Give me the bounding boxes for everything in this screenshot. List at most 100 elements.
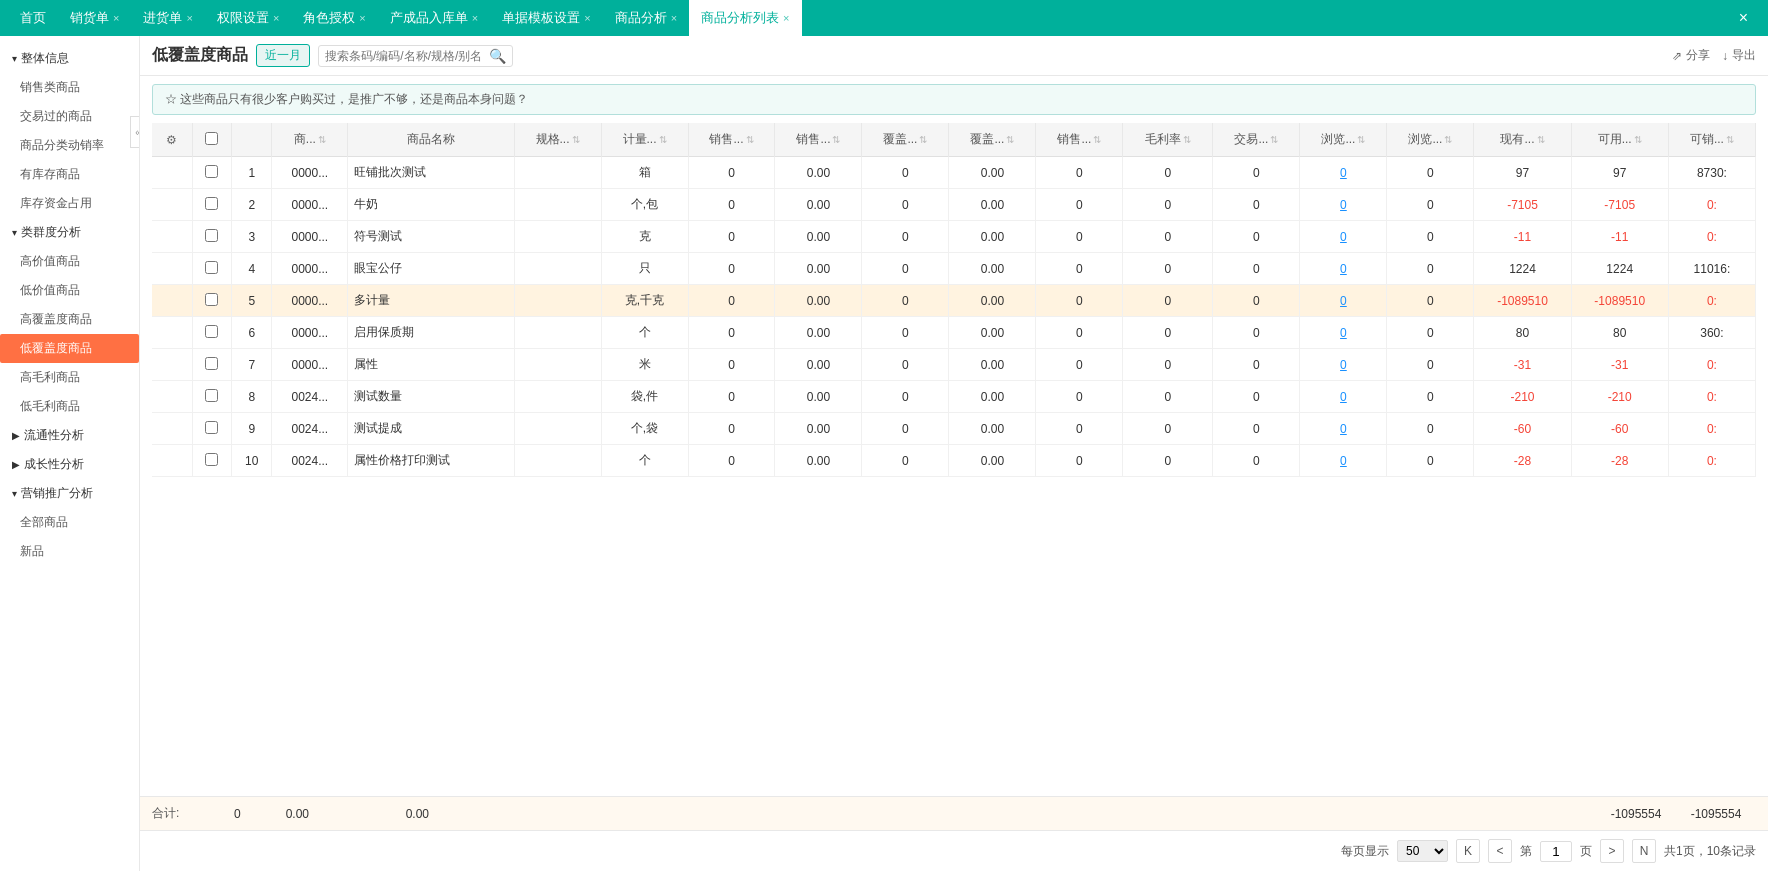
table-cell[interactable]: [192, 157, 232, 189]
gear-icon[interactable]: ⚙: [166, 133, 177, 147]
sidebar-section-cluster[interactable]: ▾ 类群度分析: [0, 218, 139, 247]
sidebar-item-high-coverage[interactable]: 高覆盖度商品: [0, 305, 139, 334]
table-cell[interactable]: [192, 221, 232, 253]
nav-tab-template[interactable]: 单据模板设置 ×: [490, 0, 602, 36]
close-icon[interactable]: ×: [783, 12, 789, 24]
sidebar-section-marketing[interactable]: ▾ 营销推广分析: [0, 479, 139, 508]
sales-c-column-header[interactable]: 销售... ⇅: [1036, 123, 1123, 157]
table-cell[interactable]: 0: [1300, 253, 1387, 285]
close-icon[interactable]: ×: [359, 12, 365, 24]
table-cell[interactable]: [192, 445, 232, 477]
table-cell: 测试数量: [348, 381, 514, 413]
table-cell[interactable]: [192, 189, 232, 221]
table-cell[interactable]: [192, 317, 232, 349]
sellable-column-header[interactable]: 可销... ⇅: [1668, 123, 1755, 157]
window-close-button[interactable]: ×: [1727, 9, 1760, 27]
nav-tab-analysis[interactable]: 商品分析 ×: [603, 0, 689, 36]
page-number-input[interactable]: [1540, 841, 1572, 862]
table-cell: 0: [1387, 317, 1474, 349]
sidebar-item-all-goods[interactable]: 全部商品: [0, 508, 139, 537]
table-cell[interactable]: 0: [1300, 157, 1387, 189]
select-all-checkbox[interactable]: [205, 132, 218, 145]
sidebar-item-category-turnover[interactable]: 商品分类动销率: [0, 131, 139, 160]
table-cell[interactable]: [192, 349, 232, 381]
nav-tab-purchase[interactable]: 进货单 ×: [131, 0, 204, 36]
period-button[interactable]: 近一月: [256, 44, 310, 67]
sidebar-item-high-margin[interactable]: 高毛利商品: [0, 363, 139, 392]
sort-icon: ⇅: [1357, 134, 1365, 145]
checkbox-column-header[interactable]: [192, 123, 232, 157]
trade-column-header[interactable]: 交易... ⇅: [1213, 123, 1300, 157]
settings-column-header[interactable]: ⚙: [152, 123, 192, 157]
table-cell[interactable]: 0: [1300, 381, 1387, 413]
sales-amt-column-header[interactable]: 销售... ⇅: [775, 123, 862, 157]
export-button[interactable]: ↓ 导出: [1722, 47, 1756, 64]
table-cell: 0: [1036, 349, 1123, 381]
nav-tab-warehouse[interactable]: 产成品入库单 ×: [378, 0, 490, 36]
table-cell[interactable]: 0: [1300, 349, 1387, 381]
code-column-header[interactable]: 商... ⇅: [272, 123, 348, 157]
table-cell: [514, 381, 601, 413]
sidebar-collapse-button[interactable]: «: [130, 116, 140, 148]
table-cell[interactable]: 0: [1300, 445, 1387, 477]
search-input[interactable]: [325, 49, 485, 63]
nav-tab-analysis-list[interactable]: 商品分析列表 ×: [689, 0, 801, 36]
close-icon[interactable]: ×: [671, 12, 677, 24]
table-cell: 0: [1036, 413, 1123, 445]
table-cell: -11: [1571, 221, 1668, 253]
available-column-header[interactable]: 可用... ⇅: [1571, 123, 1668, 157]
table-cell[interactable]: [192, 253, 232, 285]
table-cell: 0.00: [949, 381, 1036, 413]
sidebar-item-traded-goods[interactable]: 交易过的商品: [0, 102, 139, 131]
close-icon[interactable]: ×: [113, 12, 119, 24]
sidebar-item-in-stock[interactable]: 有库存商品: [0, 160, 139, 189]
browse-a-column-header[interactable]: 浏览... ⇅: [1300, 123, 1387, 157]
nav-tab-sales[interactable]: 销货单 ×: [58, 0, 131, 36]
table-cell: 0:: [1668, 381, 1755, 413]
unit-column-header[interactable]: 计量... ⇅: [601, 123, 688, 157]
close-icon[interactable]: ×: [273, 12, 279, 24]
prev-page-button[interactable]: <: [1488, 839, 1512, 863]
sidebar-section-circulation[interactable]: ▶ 流通性分析: [0, 421, 139, 450]
current-column-header[interactable]: 现有... ⇅: [1474, 123, 1571, 157]
next-page-button[interactable]: >: [1600, 839, 1624, 863]
table-cell[interactable]: 0: [1300, 317, 1387, 349]
cover-a-column-header[interactable]: 覆盖... ⇅: [862, 123, 949, 157]
share-button[interactable]: ⇗ 分享: [1672, 47, 1710, 64]
sidebar-item-sales-goods[interactable]: 销售类商品: [0, 73, 139, 102]
nav-tab-home[interactable]: 首页: [8, 0, 58, 36]
close-icon[interactable]: ×: [584, 12, 590, 24]
table-cell[interactable]: 0: [1300, 413, 1387, 445]
per-page-select[interactable]: 50 20 100: [1397, 840, 1448, 862]
gross-column-header[interactable]: 毛利率 ⇅: [1123, 123, 1213, 157]
sidebar-item-high-value[interactable]: 高价值商品: [0, 247, 139, 276]
sales-qty-column-header[interactable]: 销售... ⇅: [688, 123, 775, 157]
browse-b-column-header[interactable]: 浏览... ⇅: [1387, 123, 1474, 157]
table-cell: -28: [1474, 445, 1571, 477]
nav-tab-permissions[interactable]: 权限设置 ×: [205, 0, 291, 36]
search-icon[interactable]: 🔍: [489, 48, 506, 64]
table-cell[interactable]: 0: [1300, 189, 1387, 221]
last-page-button[interactable]: N: [1632, 839, 1656, 863]
sidebar-item-low-margin[interactable]: 低毛利商品: [0, 392, 139, 421]
table-cell[interactable]: 0: [1300, 285, 1387, 317]
close-icon[interactable]: ×: [186, 12, 192, 24]
sidebar-item-low-value[interactable]: 低价值商品: [0, 276, 139, 305]
table-cell[interactable]: [192, 413, 232, 445]
sidebar-section-growth[interactable]: ▶ 成长性分析: [0, 450, 139, 479]
sidebar-section-overall[interactable]: ▾ 整体信息: [0, 44, 139, 73]
table-cell: 0: [1123, 285, 1213, 317]
table-cell[interactable]: [192, 381, 232, 413]
close-icon[interactable]: ×: [472, 12, 478, 24]
sidebar-item-stock-capital[interactable]: 库存资金占用: [0, 189, 139, 218]
nav-tab-roles[interactable]: 角色授权 ×: [291, 0, 377, 36]
spec-column-header[interactable]: 规格... ⇅: [514, 123, 601, 157]
table-cell[interactable]: [192, 285, 232, 317]
table-cell[interactable]: 0: [1300, 221, 1387, 253]
cover-b-column-header[interactable]: 覆盖... ⇅: [949, 123, 1036, 157]
sidebar-item-low-coverage[interactable]: 低覆盖度商品: [0, 334, 139, 363]
first-page-button[interactable]: K: [1456, 839, 1480, 863]
sidebar-item-new-goods[interactable]: 新品: [0, 537, 139, 566]
table-cell: 克: [601, 221, 688, 253]
table-cell: 0.00: [949, 445, 1036, 477]
